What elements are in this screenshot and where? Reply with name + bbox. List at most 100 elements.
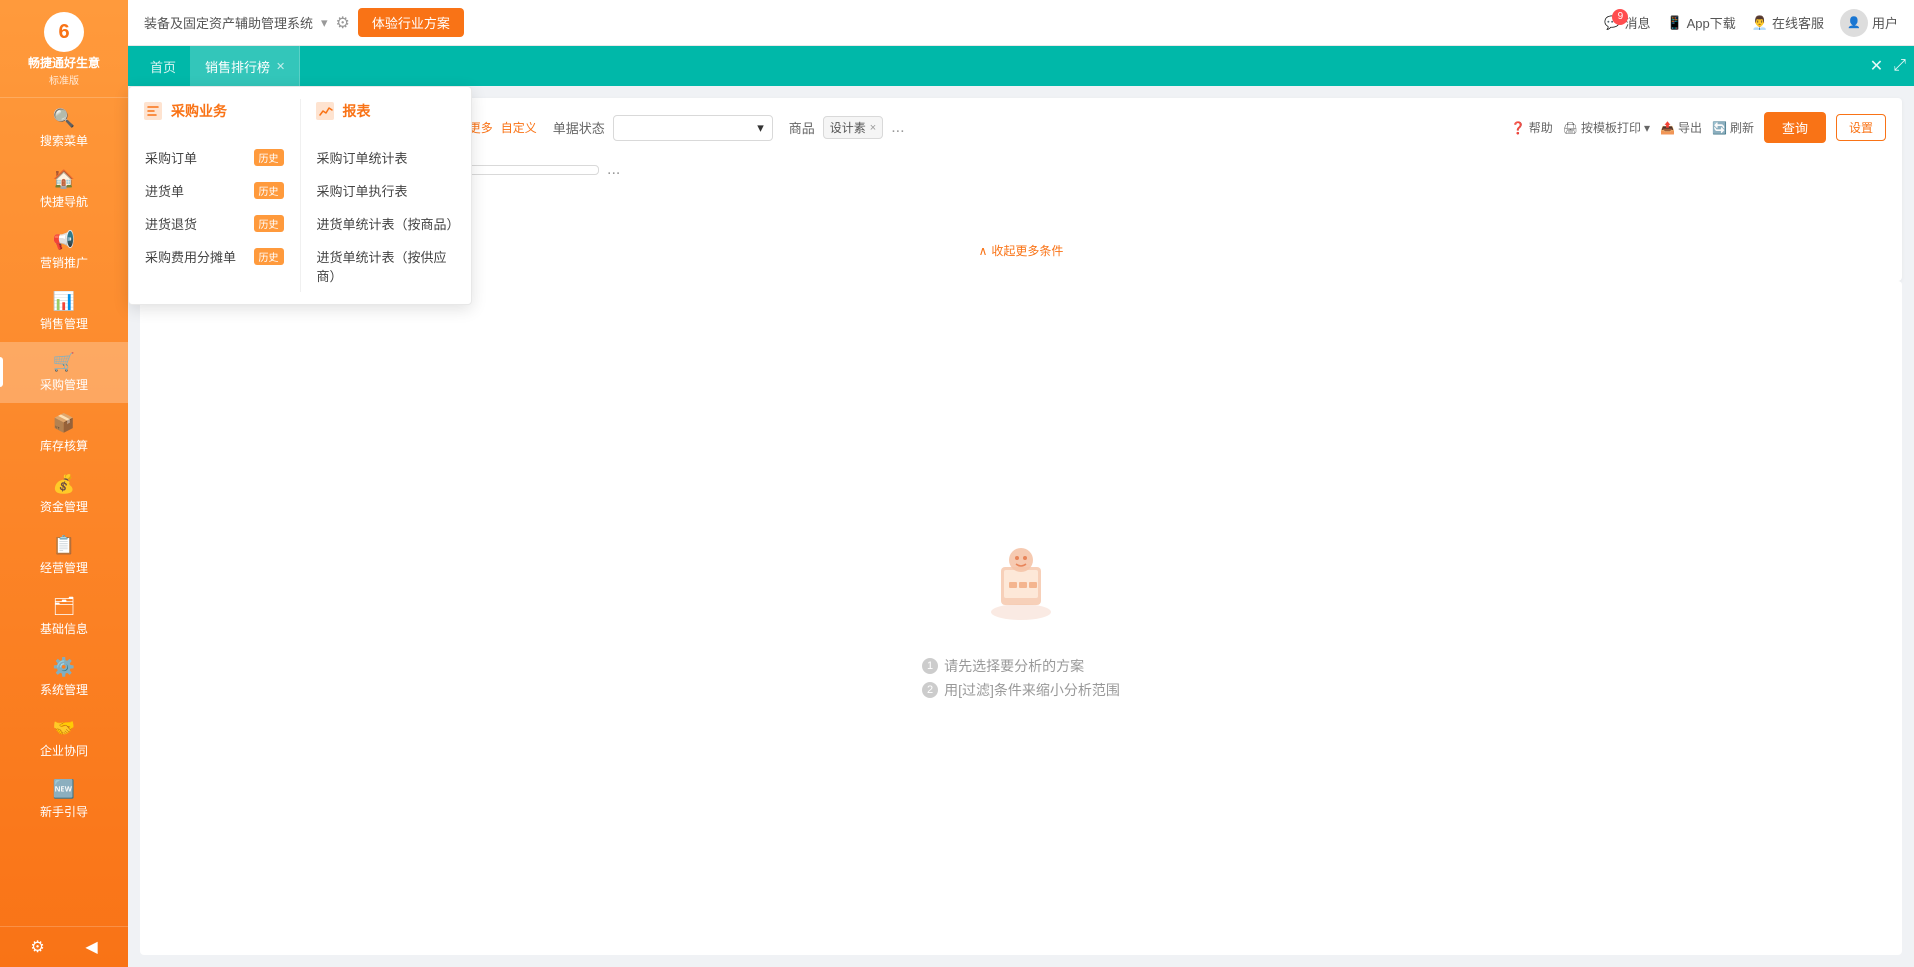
sidebar-icon-operations: 📋 bbox=[53, 535, 75, 556]
sidebar-item-quick-nav[interactable]: 🏠快捷导航 bbox=[0, 159, 128, 220]
empty-tip-2: 2 用[过滤]条件来缩小分析范围 bbox=[922, 680, 1120, 700]
goods-tag-close[interactable]: × bbox=[870, 122, 876, 134]
goods-filter: 商品 设计素 × ... bbox=[789, 116, 905, 139]
purchase-menu-item-label: 进货退货 bbox=[145, 214, 197, 233]
purchase-menu-item[interactable]: 进货单历史 bbox=[141, 174, 288, 207]
tab-expand-icon[interactable]: ⤢ bbox=[1893, 57, 1906, 75]
tab-sales-ranking-label: 销售排行榜 bbox=[205, 57, 270, 76]
sidebar-label-basic-info: 基础信息 bbox=[40, 620, 88, 637]
date-more[interactable]: 更多 bbox=[469, 119, 493, 136]
sidebar-item-purchase[interactable]: 🛒采购管理 bbox=[0, 342, 128, 403]
sidebar-logo: 6 畅捷通好生意 标准版 bbox=[0, 0, 128, 98]
date-custom[interactable]: 自定义 bbox=[501, 119, 537, 136]
user-group[interactable]: 👤 用户 bbox=[1840, 9, 1898, 37]
logo-name: 畅捷通好生意 bbox=[28, 56, 100, 72]
sidebar-item-sales[interactable]: 📊销售管理 bbox=[0, 281, 128, 342]
logo-icon: 6 bbox=[44, 12, 84, 52]
sidebar-icon-sales: 📊 bbox=[53, 291, 75, 312]
help-btn[interactable]: ❓ 帮助 bbox=[1511, 119, 1553, 136]
purchase-col-title: 采购业务 bbox=[171, 101, 227, 121]
topbar-dropdown-icon[interactable]: ▾ bbox=[321, 15, 328, 31]
report-menu-item[interactable]: 进货单统计表（按供应商） bbox=[313, 240, 460, 292]
sidebar-icon-system: ⚙️ bbox=[53, 657, 75, 678]
purchase-menu-item[interactable]: 进货退货历史 bbox=[141, 207, 288, 240]
tabbar: 首页 销售排行榜 ✕ ✕ ⤢ bbox=[128, 46, 1914, 86]
salesman-more-btn[interactable]: ... bbox=[607, 161, 620, 179]
message-group[interactable]: 💬 9 消息 bbox=[1604, 13, 1650, 32]
sidebar-icon-enterprise: 🤝 bbox=[53, 718, 75, 739]
refresh-btn[interactable]: 🔄 刷新 bbox=[1712, 119, 1754, 136]
report-menu-item[interactable]: 采购订单执行表 bbox=[313, 174, 460, 207]
collapse-label: 收起更多条件 bbox=[991, 242, 1063, 259]
purchase-menu-item-label: 采购订单 bbox=[145, 148, 197, 167]
tab-close-icon[interactable]: ✕ bbox=[276, 60, 285, 73]
sidebar-icon-purchase: 🛒 bbox=[53, 352, 75, 373]
sidebar-icon-inventory: 📦 bbox=[53, 413, 75, 434]
purchase-menu-item[interactable]: 采购费用分摊单 历史 bbox=[141, 240, 288, 273]
tab-home[interactable]: 首页 bbox=[136, 46, 191, 86]
trial-button[interactable]: 体验行业方案 bbox=[358, 8, 464, 37]
tab-sales-ranking[interactable]: 销售排行榜 ✕ bbox=[191, 46, 300, 86]
query-button[interactable]: 查询 bbox=[1764, 112, 1826, 143]
bill-status-filter: 单据状态 ▾ bbox=[553, 115, 773, 141]
report-col: 报表 采购订单统计表采购订单执行表进货单统计表（按商品） 进货单统计表（按供应商） bbox=[300, 99, 472, 292]
settings-button[interactable]: 设置 bbox=[1836, 114, 1886, 141]
sidebar-label-marketing: 营销推广 bbox=[40, 254, 88, 271]
history-badge: 历史 bbox=[254, 149, 284, 166]
topbar-left: 装备及固定资产辅助管理系统 ▾ ⚙ 体验行业方案 bbox=[144, 8, 464, 37]
purchase-menu-item-label: 采购费用分摊单 bbox=[145, 247, 236, 266]
print-btn[interactable]: 🖨 按模板打印 ▾ bbox=[1563, 119, 1650, 136]
sidebar-item-finance[interactable]: 💰资金管理 bbox=[0, 464, 128, 525]
sidebar-label-quick-nav: 快捷导航 bbox=[40, 193, 88, 210]
sidebar-settings-icon[interactable]: ⚙ bbox=[30, 937, 44, 957]
sidebar-icon-finance: 💰 bbox=[53, 474, 75, 495]
sidebar-item-system[interactable]: ⚙️ 系统管理 bbox=[0, 647, 128, 708]
sidebar-item-search[interactable]: 🔍搜索菜单 bbox=[0, 98, 128, 159]
system-name: 装备及固定资产辅助管理系统 bbox=[144, 13, 313, 32]
empty-illustration bbox=[971, 532, 1071, 632]
report-col-title: 报表 bbox=[343, 101, 371, 121]
purchase-col: 采购业务 采购订单历史进货单历史进货退货历史采购费用分摊单历史 bbox=[129, 99, 300, 292]
sidebar-collapse-icon[interactable]: ◀ bbox=[85, 937, 97, 957]
collapse-button[interactable]: ∧ 收起更多条件 bbox=[979, 242, 1064, 259]
sidebar-item-enterprise[interactable]: 🤝 企业协同 bbox=[0, 708, 128, 769]
sidebar-item-operations[interactable]: 📋经营管理 bbox=[0, 525, 128, 586]
dropdown-menu: 采购业务 采购订单历史进货单历史进货退货历史采购费用分摊单历史 报表 采购订单统… bbox=[128, 86, 472, 305]
purchase-col-icon bbox=[141, 99, 165, 123]
empty-tip-1: 1 请先选择要分析的方案 bbox=[922, 656, 1120, 676]
tab-close-all-icon[interactable]: ✕ bbox=[1870, 56, 1883, 76]
avatar-icon: 👤 bbox=[1847, 16, 1861, 29]
avatar: 👤 bbox=[1840, 9, 1868, 37]
history-badge: 历史 bbox=[254, 248, 284, 265]
online-service-group[interactable]: 👨‍💼 在线客服 bbox=[1752, 13, 1824, 32]
sidebar-item-inventory[interactable]: 📦 库存核算 bbox=[0, 403, 128, 464]
bill-status-arrow: ▾ bbox=[757, 120, 764, 136]
sidebar-item-basic-info[interactable]: 🗂 基础信息 bbox=[0, 586, 128, 647]
active-bar bbox=[0, 357, 3, 387]
sidebar-icon-basic-info: 🗂 bbox=[53, 596, 76, 617]
sidebar-label-system: 系统管理 bbox=[40, 681, 88, 698]
bill-status-select[interactable]: ▾ bbox=[613, 115, 773, 141]
report-menu-item-label: 进货单统计表（按商品） bbox=[317, 214, 456, 233]
purchase-menu-item[interactable]: 采购订单 历史 bbox=[141, 141, 288, 174]
print-arrow: ▾ bbox=[1644, 121, 1650, 135]
app-download-group[interactable]: 📱 App下载 bbox=[1666, 13, 1735, 32]
sidebar-item-guide[interactable]: 🆕新手引导 bbox=[0, 769, 128, 830]
report-col-header: 报表 bbox=[313, 99, 460, 129]
sidebar-label-inventory: 库存核算 bbox=[40, 437, 88, 454]
message-badge-wrap: 💬 9 bbox=[1604, 15, 1620, 31]
print-icon: 🖨 bbox=[1563, 121, 1578, 135]
goods-more-btn[interactable]: ... bbox=[891, 119, 904, 137]
sidebar: 6 畅捷通好生意 标准版 🔍搜索菜单🏠快捷导航 📢 营销推广 📊销售管理🛒采购管理 📦 库… bbox=[0, 0, 128, 967]
report-menu-item-label: 进货单统计表（按供应商） bbox=[317, 247, 456, 285]
sidebar-label-enterprise: 企业协同 bbox=[40, 742, 88, 759]
message-label: 消息 bbox=[1624, 13, 1650, 32]
report-menu-item[interactable]: 进货单统计表（按商品） bbox=[313, 207, 460, 240]
export-btn[interactable]: 📤 导出 bbox=[1660, 119, 1702, 136]
sidebar-item-marketing[interactable]: 📢 营销推广 bbox=[0, 220, 128, 281]
goods-label: 商品 bbox=[789, 118, 815, 137]
user-label: 用户 bbox=[1872, 13, 1898, 32]
report-menu-item[interactable]: 采购订单统计表 bbox=[313, 141, 460, 174]
sidebar-icon-marketing: 📢 bbox=[53, 230, 75, 251]
topbar-settings-icon[interactable]: ⚙ bbox=[336, 13, 350, 33]
